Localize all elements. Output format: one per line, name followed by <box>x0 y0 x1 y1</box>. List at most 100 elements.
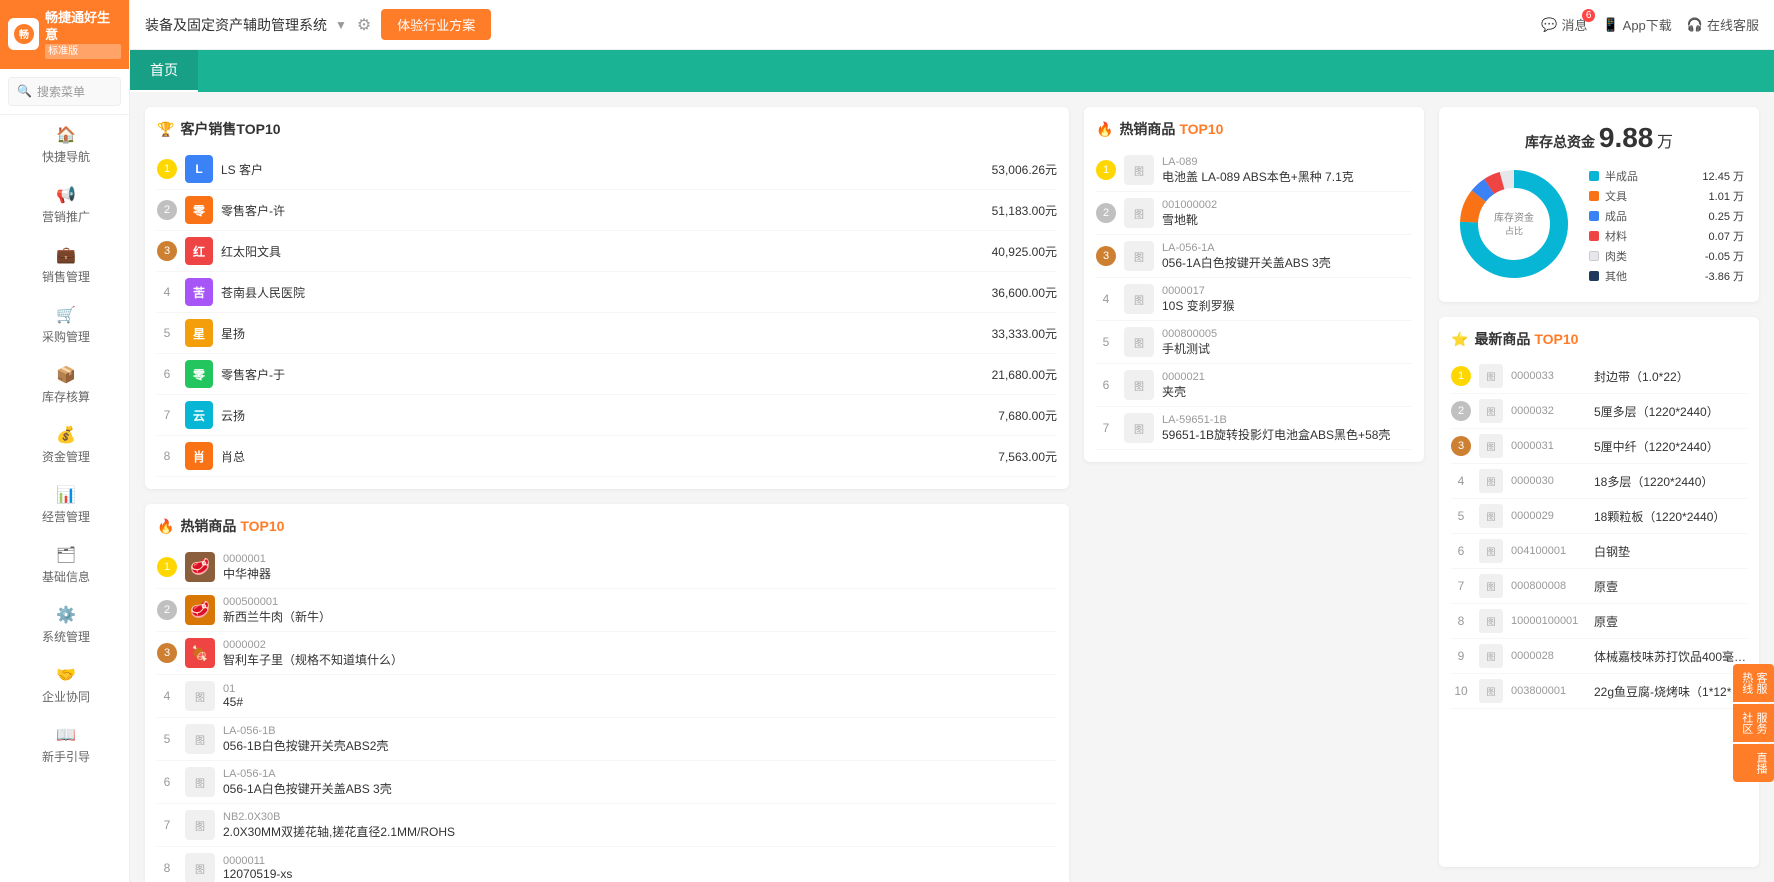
sidebar-item-collab[interactable]: 🤝 企业协同 <box>0 655 129 715</box>
table-row: 2 零 零售客户-许 51,183.00元 <box>157 190 1057 231</box>
list-item: 6 图 004100001 白钢垫 <box>1451 534 1747 569</box>
product-name: 12070519-xs <box>223 867 1057 881</box>
product-code: 004100001 <box>1511 545 1586 557</box>
sidebar-item-quick-nav[interactable]: 🏠 快捷导航 <box>0 115 129 175</box>
product-thumbnail: 图 <box>1479 399 1503 423</box>
rank-number: 5 <box>157 732 177 746</box>
fire-icon-mid: 🔥 <box>1096 121 1113 138</box>
list-item: 3 图 0000031 5厘中纤（1220*2440） <box>1451 429 1747 464</box>
sidebar-item-finance[interactable]: 💰 资金管理 <box>0 415 129 475</box>
nav-label-quick: 快捷导航 <box>42 148 90 165</box>
product-info: 01 45# <box>223 683 1057 709</box>
sidebar-item-system[interactable]: ⚙️ 系统管理 <box>0 595 129 655</box>
legend-value: 12.45 万 <box>1702 168 1744 184</box>
rank-number: 4 <box>1451 474 1471 488</box>
sidebar-item-marketing[interactable]: 📢 营销推广 <box>0 175 129 235</box>
system-icon: ⚙️ <box>56 605 76 625</box>
app-download-btn[interactable]: 📱 App下载 <box>1602 15 1671 34</box>
legend-color-dot <box>1589 251 1599 261</box>
product-image: 图 <box>185 853 215 882</box>
product-name: 45# <box>223 695 1057 709</box>
amount: 21,680.00元 <box>992 366 1057 383</box>
product-code: 0000021 <box>1162 371 1412 383</box>
customer-ranking-card: 🏆 客户销售TOP10 1 L LS 客户 53,006.26元 2 零 零售客… <box>145 107 1069 489</box>
right-panel: 库存总资金 9.88 万 <box>1439 107 1759 867</box>
product-code: 0000029 <box>1511 510 1586 522</box>
dropdown-icon[interactable]: ▼ <box>335 18 347 32</box>
product-code: 000800008 <box>1511 580 1586 592</box>
list-item: 1 🥩 0000001 中华神器 <box>157 546 1057 589</box>
sidebar-search-area[interactable]: 🔍 搜索菜单 <box>0 69 129 115</box>
sidebar-nav: 🏠 快捷导航 📢 营销推广 💼 销售管理 🛒 采购管理 📦 库存核算 💰 资金管… <box>0 115 129 882</box>
product-name: 59651-1B旋转投影灯电池盒ABS黑色+58壳 <box>1162 426 1412 443</box>
product-code: 01 <box>223 683 1057 695</box>
list-item: 7 图 LA-59651-1B 59651-1B旋转投影灯电池盒ABS黑色+58… <box>1096 407 1412 450</box>
product-image: 图 <box>185 810 215 840</box>
legend-color-dot <box>1589 191 1599 201</box>
nav-label-finance: 资金管理 <box>42 448 90 465</box>
rank-number: 4 <box>157 285 177 299</box>
avatar: L <box>185 155 213 183</box>
hot-products-list: 1 🥩 0000001 中华神器 2 🥩 000500001 新西兰牛肉（新牛） <box>157 546 1057 882</box>
product-info: 0000021 夹壳 <box>1162 371 1412 400</box>
avatar: 肖 <box>185 442 213 470</box>
messages-btn[interactable]: 💬 消息 6 <box>1541 15 1587 34</box>
hot-products-mid-title: 🔥 热销商品 TOP10 <box>1096 119 1412 139</box>
phone-icon: 📱 <box>1602 17 1618 33</box>
gear-icon[interactable]: ⚙ <box>357 15 371 35</box>
list-item: 4 图 0000017 10S 变刹罗猴 <box>1096 278 1412 321</box>
new-products-card: ⭐ 最新商品 TOP10 1 图 0000033 封边带（1.0*22） 2 图… <box>1439 317 1759 867</box>
operations-icon: 📊 <box>56 485 76 505</box>
product-name: 18多层（1220*2440） <box>1594 473 1747 490</box>
rank-number: 3 <box>157 643 177 663</box>
sidebar-item-basics[interactable]: 🗂 基础信息 <box>0 535 129 595</box>
legend-item: 其他 -3.86 万 <box>1589 268 1744 284</box>
search-menu-button[interactable]: 🔍 搜索菜单 <box>8 77 121 106</box>
legend-item: 成品 0.25 万 <box>1589 208 1744 224</box>
product-name: 原壹 <box>1594 613 1747 630</box>
product-info: LA-056-1A 056-1A白色按键开关盖ABS 3壳 <box>223 768 1057 797</box>
search-icon: 🔍 <box>17 84 32 98</box>
legend-value: 1.01 万 <box>1709 188 1744 204</box>
sidebar-item-sales[interactable]: 💼 销售管理 <box>0 235 129 295</box>
trial-button[interactable]: 体验行业方案 <box>381 9 491 40</box>
product-name: 体械嘉枝味苏打饮品400毫升（1*15） <box>1594 648 1747 665</box>
legend-color-dot <box>1589 211 1599 221</box>
sidebar-item-purchase[interactable]: 🛒 采购管理 <box>0 295 129 355</box>
product-name: 10S 变刹罗猴 <box>1162 297 1412 314</box>
trophy-icon: 🏆 <box>157 121 174 138</box>
online-service-btn[interactable]: 🎧 在线客服 <box>1687 15 1759 34</box>
sidebar-item-guide[interactable]: 📖 新手引导 <box>0 715 129 775</box>
topbar: 装备及固定资产辅助管理系统 ▼ ⚙ 体验行业方案 💬 消息 6 📱 App下载 … <box>130 0 1774 50</box>
sidebar-item-inventory[interactable]: 📦 库存核算 <box>0 355 129 415</box>
product-name: 手机测试 <box>1162 340 1412 357</box>
product-thumbnail: 图 <box>1479 644 1503 668</box>
legend-item: 文具 1.01 万 <box>1589 188 1744 204</box>
product-image: 🥩 <box>185 595 215 625</box>
product-image: 图 <box>1124 241 1154 271</box>
mid-panel: 🔥 热销商品 TOP10 1 图 LA-089 电池盖 LA-089 ABS本色… <box>1084 107 1424 867</box>
product-thumbnail: 图 <box>1479 469 1503 493</box>
legend-color-dot <box>1589 271 1599 281</box>
product-name: 18颗粒板（1220*2440） <box>1594 508 1747 525</box>
list-item: 5 图 LA-056-1B 056-1B白色按键开关壳ABS2壳 <box>157 718 1057 761</box>
product-image: 图 <box>185 724 215 754</box>
product-code: LA-089 <box>1162 156 1412 168</box>
customer-service-btn[interactable]: 客服热线 <box>1733 664 1774 702</box>
inventory-total: 库存总资金 9.88 万 <box>1454 122 1744 154</box>
service-community-btn[interactable]: 服务社区 <box>1733 704 1774 742</box>
inventory-legend: 半成品 12.45 万 文具 1.01 万 成品 0.25 万 <box>1589 168 1744 284</box>
list-item: 1 图 0000033 封边带（1.0*22） <box>1451 359 1747 394</box>
sidebar-item-operations[interactable]: 📊 经营管理 <box>0 475 129 535</box>
home-icon: 🏠 <box>56 125 76 145</box>
live-btn[interactable]: 直播 <box>1733 744 1774 782</box>
marketing-icon: 📢 <box>56 185 76 205</box>
hot-products-card: 🔥 热销商品 TOP10 1 🥩 0000001 中华神器 2 � <box>145 504 1069 882</box>
product-info: LA-089 电池盖 LA-089 ABS本色+黑种 7.1克 <box>1162 156 1412 185</box>
product-name: 电池盖 LA-089 ABS本色+黑种 7.1克 <box>1162 168 1412 185</box>
tab-home[interactable]: 首页 <box>130 50 198 92</box>
product-thumbnail: 图 <box>1479 504 1503 528</box>
table-row: 1 L LS 客户 53,006.26元 <box>157 149 1057 190</box>
rank-number: 9 <box>1451 649 1471 663</box>
product-code: 0000031 <box>1511 440 1586 452</box>
